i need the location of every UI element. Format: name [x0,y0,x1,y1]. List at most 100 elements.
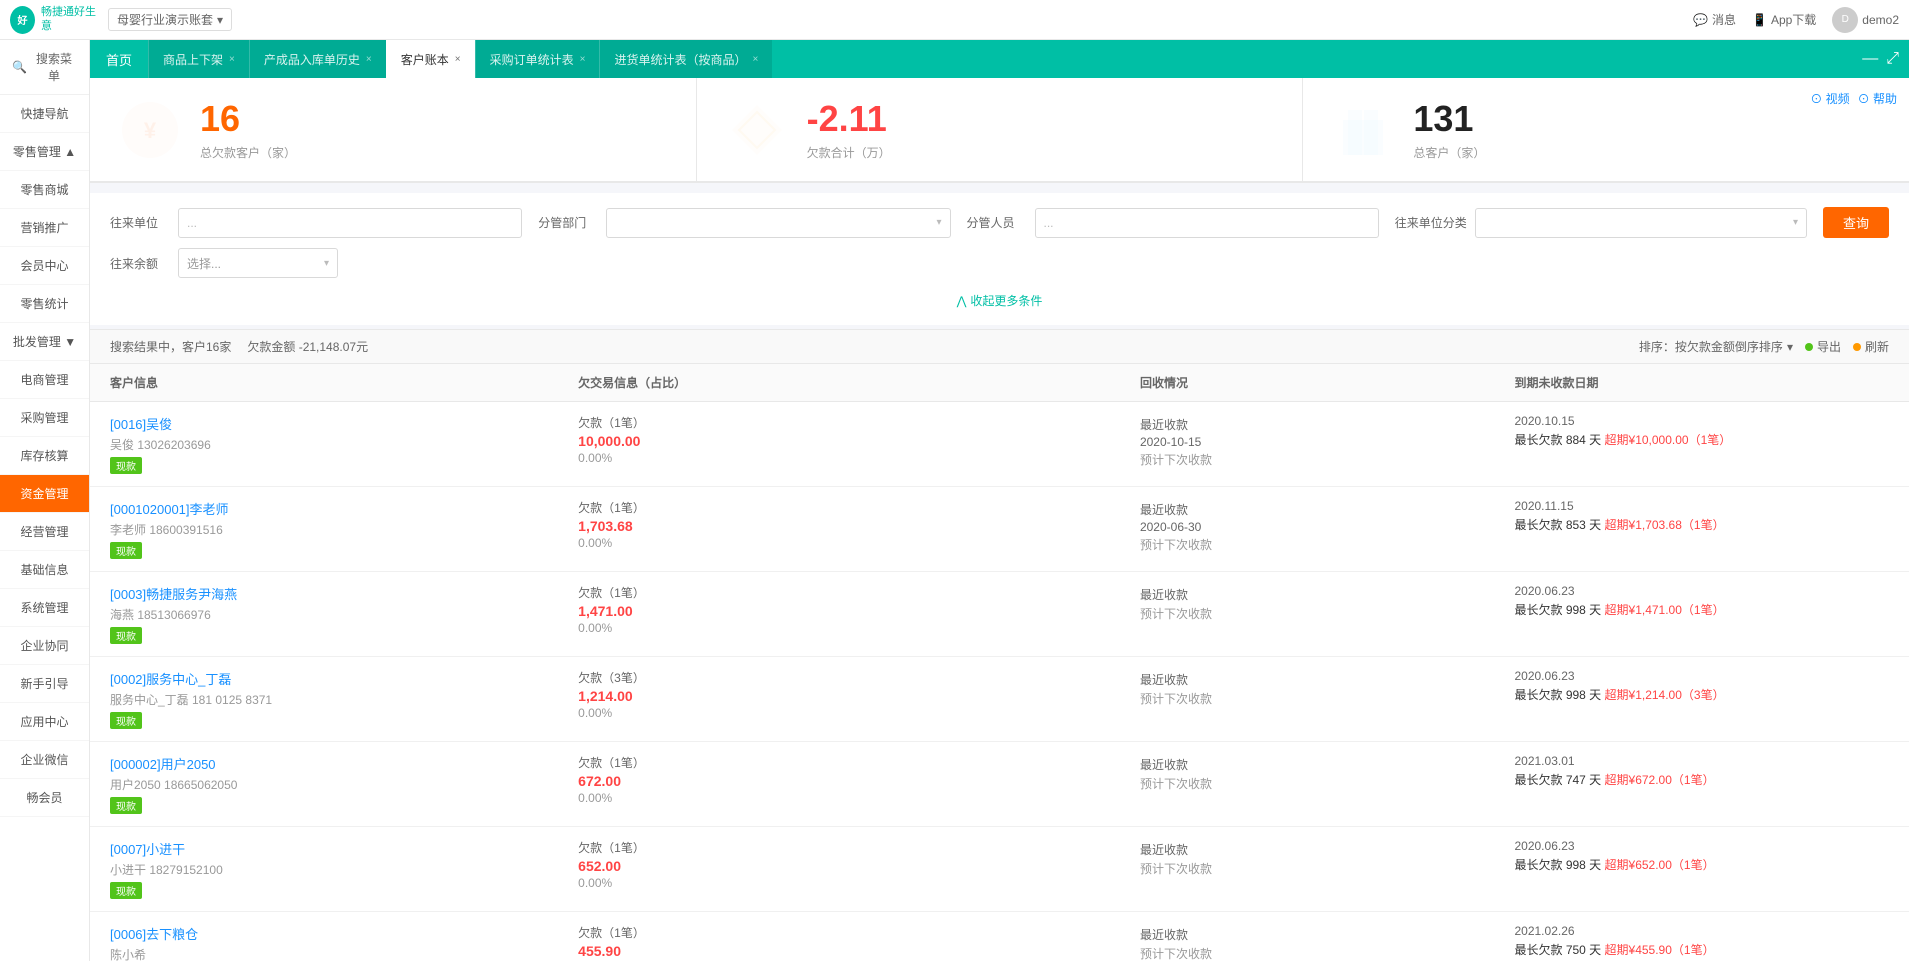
owed-customers-value: 16 [200,98,296,140]
balance-input[interactable]: 选择... ▾ [178,248,338,278]
overdue-info: 2020.11.15 最长欠款 853 天 超期¥1,703.68（1笔） [1514,499,1889,533]
col-header-recovery: 回收情况 [1140,374,1515,391]
sidebar-item-basic-info[interactable]: 基础信息 [0,551,89,589]
sidebar-item-apps[interactable]: 应用中心 [0,703,89,741]
sidebar-item-operations[interactable]: 经营管理 [0,513,89,551]
sidebar-item-member[interactable]: 会员中心 [0,247,89,285]
top-bar-left: 好 畅捷通好生意 母婴行业演示账套 ▾ [10,6,232,34]
sidebar-item-label: 经营管理 [20,525,68,539]
stat-card-actions: ⊙ 视频 ⊙ 帮助 [1810,90,1897,107]
sort-selector[interactable]: 排序：按欠款金额倒序排序 ▾ [1639,338,1793,355]
overdue-link[interactable]: 超期¥652.00（1笔） [1605,858,1715,872]
tab-label: 商品上下架 [163,51,223,68]
overdue-link[interactable]: 超期¥1,703.68（1笔） [1605,518,1725,532]
overdue-link[interactable]: 超期¥672.00（1笔） [1605,773,1715,787]
customer-name-link[interactable]: [000002]用户2050 [110,754,578,773]
sidebar-item-inventory[interactable]: 库存核算 [0,437,89,475]
search-menu-label: 搜索菜单 [31,50,77,84]
tab-inbound-stats[interactable]: 进货单统计表（按商品） × [599,40,772,78]
close-icon[interactable]: × [752,54,758,65]
supplier-input[interactable]: ... [178,208,522,238]
sidebar-item-system[interactable]: 系统管理 [0,589,89,627]
refresh-button[interactable]: 刷新 [1853,338,1889,355]
diamond-icon [727,100,787,160]
logo-icon: 好 [10,6,35,34]
tab-purchase-order[interactable]: 采购订单统计表 × [475,40,600,78]
top-bar: 好 畅捷通好生意 母婴行业演示账套 ▾ 💬 消息 📱 App下载 D demo2 [0,0,1909,40]
app-download-button[interactable]: 📱 App下载 [1752,11,1816,28]
collapse-label: 收起更多条件 [970,292,1042,309]
department-input[interactable]: ▾ [606,208,950,238]
export-dot-icon [1805,343,1813,351]
sidebar-item-wechat[interactable]: 企业微信 [0,741,89,779]
filter-supplier: 往来单位 ... [110,208,522,238]
sidebar-item-batch-mgmt[interactable]: 批发管理 ▼ [0,323,89,361]
stat-info-owed-amount: -2.11 欠款合计（万） [807,98,891,161]
recovery-latest: 最近收款 [1140,671,1515,688]
building-icon [1333,100,1393,160]
result-bar-left: 搜索结果中，客户16家 欠款金额 -21,148.07元 [110,338,368,355]
sidebar-item-purchase[interactable]: 采购管理 [0,399,89,437]
col-header-overdue: 到期未收款日期 [1514,374,1889,391]
sidebar-item-quick-nav[interactable]: 快捷导航 [0,95,89,133]
debt-ratio: 0.00% [578,451,1140,465]
customer-contact: 海燕 18513066976 [110,606,578,623]
chevron-down-icon: ▾ [324,258,329,269]
customer-name-link[interactable]: [0001020001]李老师 [110,499,578,518]
overdue-detail: 最长欠款 884 天 超期¥10,000.00（1笔） [1514,431,1889,448]
customer-info: [0003]畅捷服务尹海燕 海燕 18513066976 现款 [110,584,578,644]
customer-name-link[interactable]: [0006]去下粮仓 [110,924,578,943]
system-selector[interactable]: 母婴行业演示账套 ▾ [108,8,232,31]
manager-input[interactable]: ... [1035,208,1379,238]
overdue-link[interactable]: 超期¥1,471.00（1笔） [1605,603,1725,617]
user-menu[interactable]: D demo2 [1832,7,1899,33]
chevron-down-icon: ▾ [1793,217,1798,228]
tab-home[interactable]: 首页 [90,40,148,78]
sidebar-item-vip[interactable]: 畅会员 [0,779,89,817]
export-button[interactable]: 导出 [1805,338,1841,355]
tab-customer-account[interactable]: 客户账本 × [386,40,475,78]
message-button[interactable]: 💬 消息 [1693,11,1736,28]
sidebar-item-retail-stat[interactable]: 零售统计 [0,285,89,323]
search-menu-button[interactable]: 🔍 搜索菜单 [8,46,81,88]
maximize-icon[interactable]: ⤢ [1886,50,1899,68]
minimize-icon[interactable]: — [1862,50,1878,68]
sidebar-item-label: 电商管理 [20,373,68,387]
overdue-link[interactable]: 超期¥10,000.00（1笔） [1605,433,1732,447]
manager-dots: ... [1044,216,1054,230]
overdue-detail: 最长欠款 998 天 超期¥652.00（1笔） [1514,856,1889,873]
search-button[interactable]: 查询 [1823,207,1889,238]
sidebar-item-enterprise[interactable]: 企业协同 [0,627,89,665]
stat-card-owed-customers: ¥ 16 总欠款客户（家） [90,78,697,181]
customer-name-link[interactable]: [0002]服务中心_丁磊 [110,669,578,688]
sidebar-item-ecommerce[interactable]: 电商管理 [0,361,89,399]
sidebar-item-guide[interactable]: 新手引导 [0,665,89,703]
page-content: ¥ 16 总欠款客户（家） [90,78,1909,961]
overdue-link[interactable]: 超期¥1,214.00（3笔） [1605,688,1725,702]
tab-products-off[interactable]: 商品上下架 × [148,40,249,78]
recovery-latest-date: 2020-10-15 [1140,435,1515,449]
help-btn[interactable]: ⊙ 帮助 [1858,90,1897,107]
sidebar-item-marketing[interactable]: 营销推广 [0,209,89,247]
customer-contact: 服务中心_丁磊 181 0125 8371 [110,691,578,708]
sidebar-item-label: 快捷导航 [20,107,68,121]
close-icon[interactable]: × [580,54,586,65]
sidebar-item-finance[interactable]: 资金管理 [0,475,89,513]
close-icon[interactable]: × [455,54,461,65]
sidebar-item-retail-mgmt[interactable]: 零售管理 ▲ [0,133,89,171]
total-customers-label: 总客户（家） [1413,144,1485,161]
collapse-button[interactable]: ⋀ 收起更多条件 [957,292,1043,309]
customer-name-link[interactable]: [0003]畅捷服务尹海燕 [110,584,578,603]
category-input[interactable]: ▾ [1475,208,1807,238]
customer-contact: 李老师 18600391516 [110,521,578,538]
customer-name-link[interactable]: [0007]小进干 [110,839,578,858]
customer-name-link[interactable]: [0016]吴俊 [110,414,578,433]
overdue-link[interactable]: 超期¥455.90（1笔） [1605,943,1715,957]
sidebar-item-retail-mall[interactable]: 零售商城 [0,171,89,209]
close-icon[interactable]: × [366,54,372,65]
recovery-latest: 最近收款 [1140,926,1515,943]
video-btn[interactable]: ⊙ 视频 [1810,90,1849,107]
tab-production-history[interactable]: 产成品入库单历史 × [249,40,386,78]
close-icon[interactable]: × [229,54,235,65]
filter-department: 分管部门 ▾ [538,208,950,238]
